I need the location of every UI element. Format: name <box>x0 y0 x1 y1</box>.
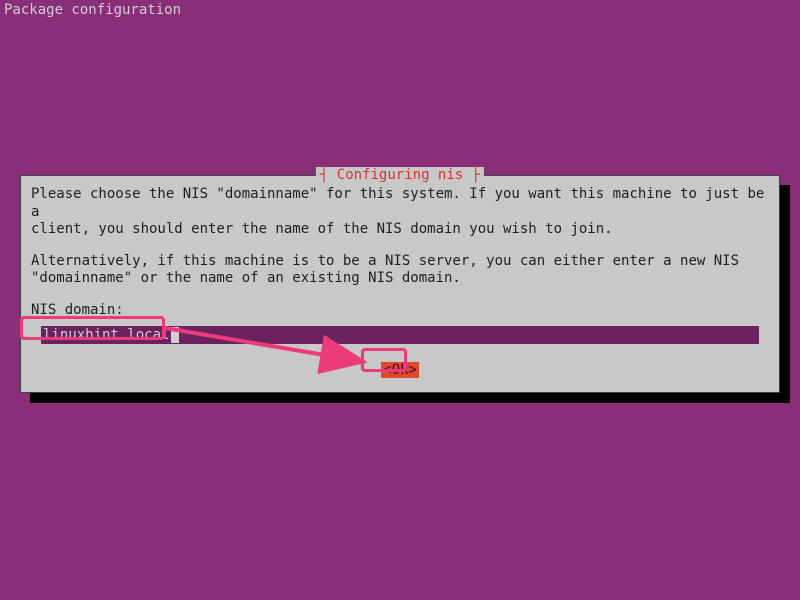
button-row: <Ok> <box>21 362 779 378</box>
config-dialog: ┤ Configuring nis ├ Please choose the NI… <box>20 175 780 393</box>
text-cursor <box>171 327 179 343</box>
dialog-title: ┤ Configuring nis ├ <box>316 167 484 183</box>
dialog-body-1: Please choose the NIS "domainname" for t… <box>31 186 769 239</box>
nis-domain-value: linuxhint.local <box>41 327 171 343</box>
nis-domain-label: NIS domain: <box>31 302 769 320</box>
nis-domain-input[interactable]: linuxhint.local <box>41 326 759 344</box>
page-title: Package configuration <box>0 0 800 20</box>
ok-button[interactable]: <Ok> <box>381 362 419 378</box>
dialog-body-2: Alternatively, if this machine is to be … <box>31 253 769 288</box>
dialog-content: Please choose the NIS "domainname" for t… <box>21 176 779 335</box>
